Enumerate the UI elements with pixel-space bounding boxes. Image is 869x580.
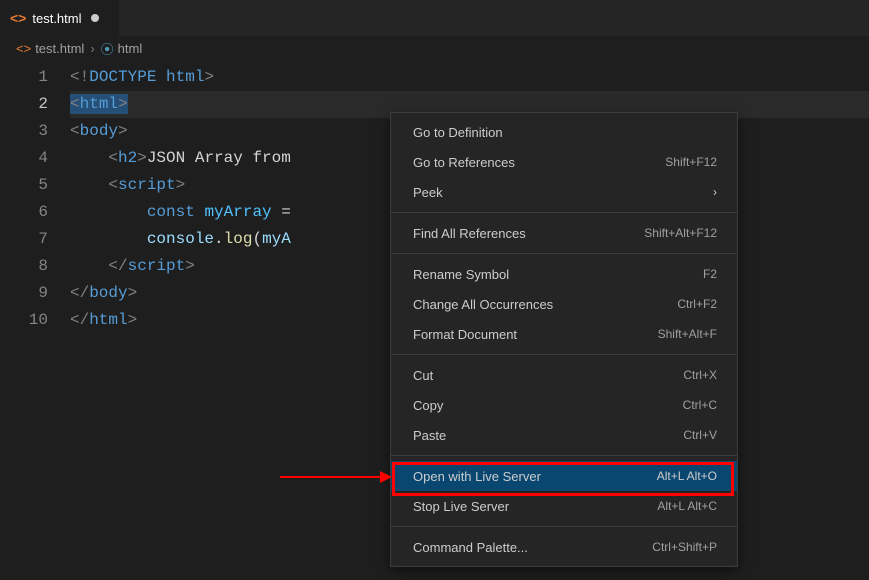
chevron-right-icon: › [713,185,717,199]
menu-go-to-definition[interactable]: Go to Definition [391,117,737,147]
code-line: <!DOCTYPE html> [70,64,869,91]
html-file-icon: <> [10,10,26,26]
menu-stop-live-server[interactable]: Stop Live Server Alt+L Alt+C [391,491,737,521]
menu-label: Cut [413,368,433,383]
menu-open-with-live-server[interactable]: Open with Live Server Alt+L Alt+O [391,461,737,491]
line-number: 3 [0,118,48,145]
menu-shortcut: Ctrl+V [683,428,717,442]
breadcrumb: <> test.html › ⦿ html [0,36,869,60]
line-number: 2 [0,91,48,118]
menu-label: Stop Live Server [413,499,509,514]
line-number: 10 [0,307,48,334]
menu-label: Go to References [413,155,515,170]
line-number-gutter: 1 2 3 4 5 6 7 8 9 10 [0,64,70,334]
line-number: 7 [0,226,48,253]
menu-shortcut: Shift+F12 [665,155,717,169]
tab-filename: test.html [32,11,81,26]
menu-find-all-references[interactable]: Find All References Shift+Alt+F12 [391,218,737,248]
line-number: 1 [0,64,48,91]
code-symbol-icon: ⦿ [101,39,114,58]
menu-separator [391,253,737,254]
menu-label: Peek [413,185,443,200]
context-menu: Go to Definition Go to References Shift+… [390,112,738,567]
menu-copy[interactable]: Copy Ctrl+C [391,390,737,420]
annotation-arrow [280,476,390,478]
menu-shortcut: Ctrl+X [683,368,717,382]
menu-cut[interactable]: Cut Ctrl+X [391,360,737,390]
menu-label: Go to Definition [413,125,503,140]
menu-label: Command Palette... [413,540,528,555]
menu-go-to-references[interactable]: Go to References Shift+F12 [391,147,737,177]
menu-separator [391,354,737,355]
menu-peek[interactable]: Peek › [391,177,737,207]
menu-shortcut: Alt+L Alt+C [657,499,717,513]
editor-tab[interactable]: <> test.html [0,0,120,36]
menu-shortcut: F2 [703,267,717,281]
menu-separator [391,526,737,527]
menu-rename-symbol[interactable]: Rename Symbol F2 [391,259,737,289]
menu-label: Rename Symbol [413,267,509,282]
line-number: 4 [0,145,48,172]
tab-bar: <> test.html [0,0,869,36]
menu-label: Format Document [413,327,517,342]
menu-label: Change All Occurrences [413,297,553,312]
menu-shortcut: Alt+L Alt+O [657,469,717,483]
line-number: 8 [0,253,48,280]
menu-separator [391,212,737,213]
line-number: 6 [0,199,48,226]
menu-format-document[interactable]: Format Document Shift+Alt+F [391,319,737,349]
menu-label: Open with Live Server [413,469,541,484]
menu-shortcut: Ctrl+Shift+P [652,540,717,554]
breadcrumb-symbol[interactable]: html [118,41,143,56]
line-number: 5 [0,172,48,199]
menu-paste[interactable]: Paste Ctrl+V [391,420,737,450]
breadcrumb-file[interactable]: test.html [35,41,84,56]
menu-label: Find All References [413,226,526,241]
html-file-icon: <> [16,41,31,56]
menu-command-palette[interactable]: Command Palette... Ctrl+Shift+P [391,532,737,562]
line-number: 9 [0,280,48,307]
menu-shortcut: Ctrl+C [683,398,717,412]
menu-shortcut: Shift+Alt+F [658,327,717,341]
menu-change-all-occurrences[interactable]: Change All Occurrences Ctrl+F2 [391,289,737,319]
chevron-right-icon: › [90,41,94,56]
menu-label: Copy [413,398,443,413]
menu-separator [391,455,737,456]
menu-label: Paste [413,428,446,443]
menu-shortcut: Shift+Alt+F12 [644,226,717,240]
menu-shortcut: Ctrl+F2 [677,297,717,311]
tab-dirty-indicator [91,14,99,22]
